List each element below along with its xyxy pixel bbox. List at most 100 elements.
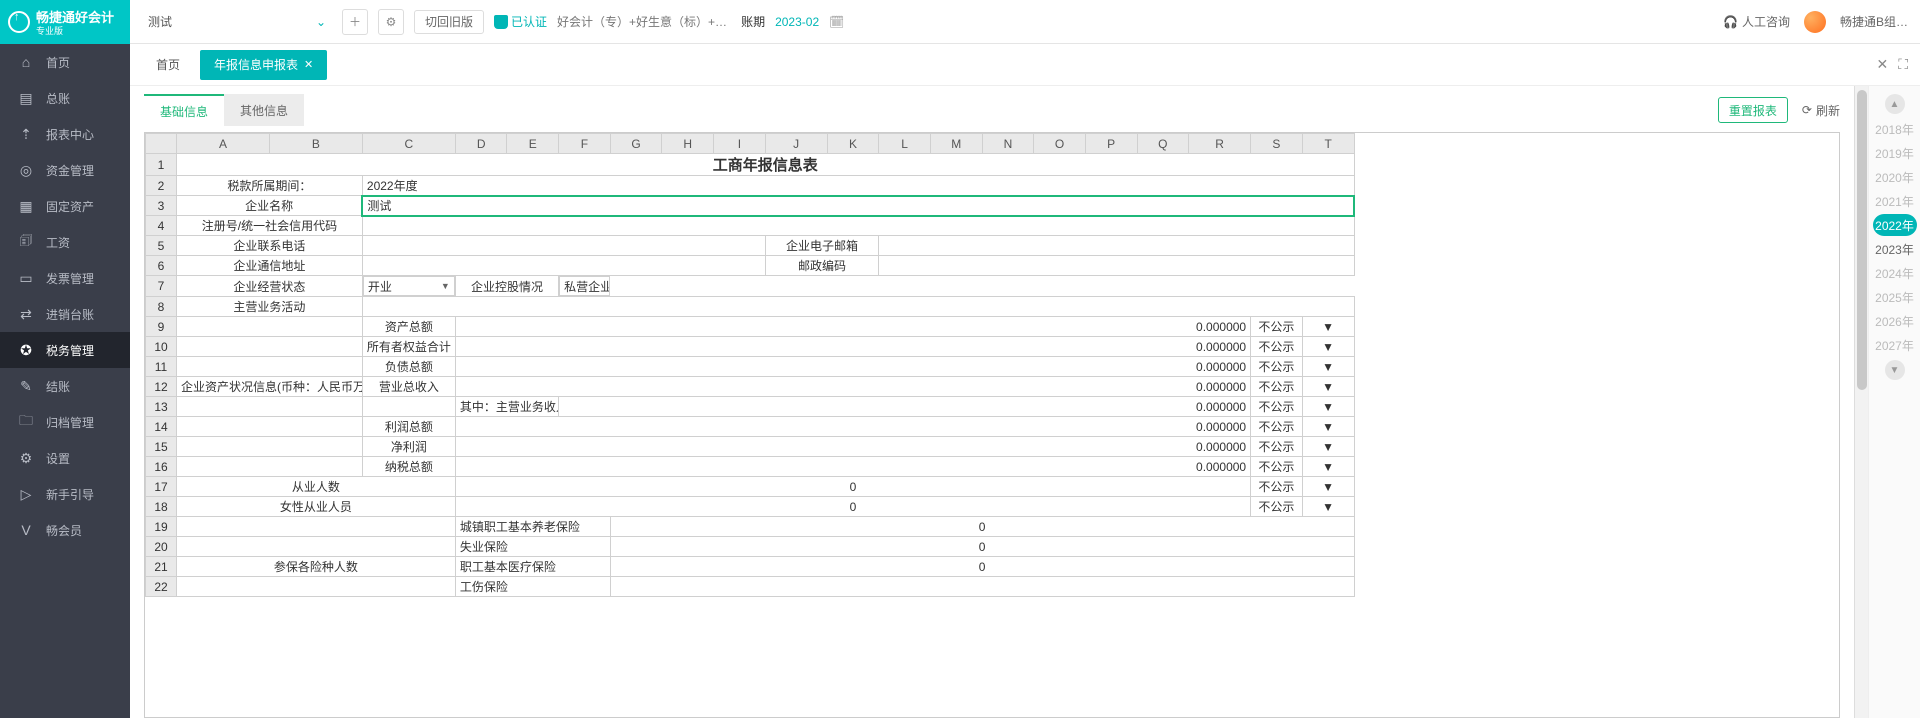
- cell[interactable]: 0: [610, 537, 1354, 557]
- fullscreen-icon[interactable]: ⛶: [1898, 56, 1908, 73]
- col-header[interactable]: M: [930, 134, 982, 154]
- cell[interactable]: 不公示: [1251, 317, 1303, 337]
- cell[interactable]: 0.000000: [455, 357, 1250, 377]
- calendar-icon[interactable]: 🗓: [829, 15, 844, 29]
- row-header[interactable]: 7: [146, 276, 177, 297]
- year-2018年[interactable]: 2018年: [1873, 118, 1917, 140]
- cell[interactable]: 2022年度: [362, 176, 1354, 196]
- row-header[interactable]: 9: [146, 317, 177, 337]
- nav-固定资产[interactable]: ▦固定资产: [0, 188, 130, 224]
- close-icon[interactable]: ✕: [304, 58, 313, 71]
- cell[interactable]: 0.000000: [455, 317, 1250, 337]
- support-link[interactable]: 🎧 人工咨询: [1723, 13, 1790, 30]
- col-header[interactable]: R: [1189, 134, 1251, 154]
- cell[interactable]: ▼: [1302, 477, 1354, 497]
- nav-归档管理[interactable]: 🗀归档管理: [0, 404, 130, 440]
- nav-税务管理[interactable]: ✪税务管理: [0, 332, 130, 368]
- tab-home[interactable]: 首页: [142, 50, 194, 80]
- row-header[interactable]: 5: [146, 236, 177, 256]
- col-header[interactable]: J: [765, 134, 827, 154]
- year-2023年[interactable]: 2023年: [1873, 238, 1917, 260]
- cell[interactable]: 不公示: [1251, 477, 1303, 497]
- row-header[interactable]: 16: [146, 457, 177, 477]
- cell[interactable]: 0: [455, 477, 1250, 497]
- cell[interactable]: [362, 236, 765, 256]
- cell[interactable]: 0.000000: [455, 337, 1250, 357]
- cell[interactable]: ▼: [1302, 457, 1354, 477]
- row-header[interactable]: 12: [146, 377, 177, 397]
- cell[interactable]: 0: [610, 557, 1354, 577]
- year-2022年[interactable]: 2022年: [1873, 214, 1917, 236]
- close-all-icon[interactable]: ✕: [1876, 56, 1888, 73]
- col-header[interactable]: Q: [1137, 134, 1189, 154]
- col-header[interactable]: E: [507, 134, 559, 154]
- cell[interactable]: 0.000000: [559, 397, 1251, 417]
- company-name-input[interactable]: 测试: [362, 196, 1354, 216]
- year-2024年[interactable]: 2024年: [1873, 262, 1917, 284]
- cell[interactable]: ▼: [1302, 317, 1354, 337]
- row-header[interactable]: 3: [146, 196, 177, 216]
- cell[interactable]: 0.000000: [455, 417, 1250, 437]
- cell[interactable]: 不公示: [1251, 377, 1303, 397]
- cell[interactable]: 不公示: [1251, 437, 1303, 457]
- col-header[interactable]: [146, 134, 177, 154]
- nav-工资[interactable]: 🗊工资: [0, 224, 130, 260]
- cell[interactable]: ▼: [1302, 437, 1354, 457]
- reset-report-button[interactable]: 重置报表: [1718, 97, 1788, 123]
- col-header[interactable]: A: [176, 134, 269, 154]
- nav-畅会员[interactable]: V畅会员: [0, 512, 130, 548]
- refresh-button[interactable]: ⟳ 刷新: [1802, 102, 1840, 119]
- nav-报表中心[interactable]: ⇡报表中心: [0, 116, 130, 152]
- scrollbar-thumb[interactable]: [1857, 90, 1867, 390]
- switch-old-version-button[interactable]: 切回旧版: [414, 10, 484, 34]
- col-header[interactable]: N: [982, 134, 1034, 154]
- row-header[interactable]: 10: [146, 337, 177, 357]
- nav-进销台账[interactable]: ⇄进销台账: [0, 296, 130, 332]
- cell[interactable]: ▼: [1302, 357, 1354, 377]
- nav-结账[interactable]: ✎结账: [0, 368, 130, 404]
- cell[interactable]: [362, 297, 1354, 317]
- tab-annual-report[interactable]: 年报信息申报表 ✕: [200, 50, 327, 80]
- year-2021年[interactable]: 2021年: [1873, 190, 1917, 212]
- cell[interactable]: ▼: [1302, 337, 1354, 357]
- vertical-scrollbar[interactable]: [1854, 86, 1868, 718]
- row-header[interactable]: 11: [146, 357, 177, 377]
- row-header[interactable]: 18: [146, 497, 177, 517]
- year-2019年[interactable]: 2019年: [1873, 142, 1917, 164]
- cell[interactable]: 0.000000: [455, 437, 1250, 457]
- cell[interactable]: 0.000000: [455, 457, 1250, 477]
- settings-button[interactable]: ⚙: [378, 9, 404, 35]
- cell[interactable]: 不公示: [1251, 457, 1303, 477]
- row-header[interactable]: 15: [146, 437, 177, 457]
- cell[interactable]: [610, 577, 1354, 597]
- cell[interactable]: 不公示: [1251, 417, 1303, 437]
- row-header[interactable]: 6: [146, 256, 177, 276]
- nav-首页[interactable]: ⌂首页: [0, 44, 130, 80]
- col-header[interactable]: G: [610, 134, 662, 154]
- cell[interactable]: [879, 236, 1354, 256]
- spreadsheet[interactable]: ABCDEFGHIJKLMNOPQRST 1工商年报信息表2税款所属期间：202…: [144, 132, 1840, 718]
- company-selector[interactable]: 测试 ⌄: [142, 9, 332, 35]
- col-header[interactable]: D: [455, 134, 507, 154]
- nav-发票管理[interactable]: ▭发票管理: [0, 260, 130, 296]
- row-header[interactable]: 14: [146, 417, 177, 437]
- cell[interactable]: 不公示: [1251, 357, 1303, 377]
- subtab-other[interactable]: 其他信息: [224, 94, 304, 126]
- cell[interactable]: 0.000000: [455, 377, 1250, 397]
- cell[interactable]: 0: [455, 497, 1250, 517]
- cell[interactable]: 不公示: [1251, 497, 1303, 517]
- row-header[interactable]: 20: [146, 537, 177, 557]
- year-down-button[interactable]: ▼: [1885, 360, 1905, 380]
- col-header[interactable]: S: [1251, 134, 1303, 154]
- year-2020年[interactable]: 2020年: [1873, 166, 1917, 188]
- col-header[interactable]: B: [269, 134, 362, 154]
- col-header[interactable]: K: [827, 134, 879, 154]
- row-header[interactable]: 21: [146, 557, 177, 577]
- cell[interactable]: [362, 256, 765, 276]
- cell[interactable]: ▼: [1302, 417, 1354, 437]
- row-header[interactable]: 4: [146, 216, 177, 236]
- year-2027年[interactable]: 2027年: [1873, 334, 1917, 356]
- row-header[interactable]: 1: [146, 154, 177, 176]
- row-header[interactable]: 2: [146, 176, 177, 196]
- col-header[interactable]: I: [714, 134, 766, 154]
